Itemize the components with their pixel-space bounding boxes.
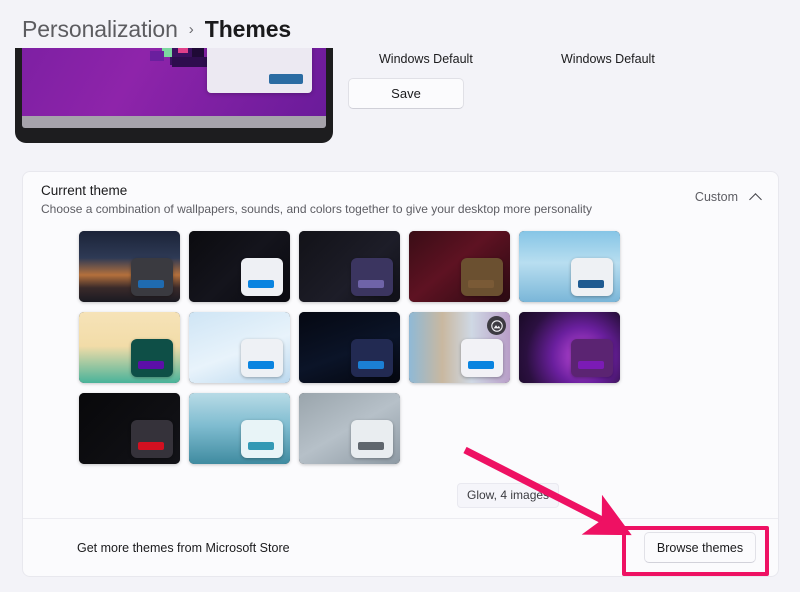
theme-accent-swatch bbox=[138, 442, 164, 450]
theme-accent-swatch bbox=[248, 442, 274, 450]
chevron-up-icon[interactable] bbox=[751, 192, 762, 203]
theme-accent-swatch bbox=[358, 361, 384, 369]
theme-thumbnail-sakura-fuji[interactable] bbox=[519, 231, 620, 302]
theme-window-preview bbox=[241, 420, 283, 458]
theme-window-preview bbox=[241, 258, 283, 296]
default-label-2: Windows Default bbox=[561, 52, 655, 66]
theme-thumbnail-rog-zephyrus[interactable] bbox=[189, 231, 290, 302]
browse-themes-button[interactable]: Browse themes bbox=[644, 532, 756, 563]
theme-window-preview bbox=[571, 339, 613, 377]
preview-dialog-window bbox=[207, 48, 312, 93]
theme-thumbnail-glow-character[interactable] bbox=[409, 231, 510, 302]
theme-window-preview bbox=[571, 258, 613, 296]
get-more-themes-label: Get more themes from Microsoft Store bbox=[77, 541, 290, 555]
theme-thumbnail-flower-dark[interactable] bbox=[79, 393, 180, 464]
theme-thumbnail-windows-light-bloom[interactable] bbox=[189, 312, 290, 383]
theme-accent-swatch bbox=[578, 280, 604, 288]
theme-window-preview bbox=[351, 339, 393, 377]
save-button[interactable]: Save bbox=[348, 78, 464, 109]
theme-accent-swatch bbox=[358, 280, 384, 288]
theme-window-preview bbox=[131, 339, 173, 377]
current-theme-title: Current theme bbox=[41, 183, 762, 198]
breadcrumb: Personalization › Themes bbox=[22, 16, 291, 43]
current-theme-value-group[interactable]: Custom bbox=[695, 190, 762, 204]
current-theme-subtitle: Choose a combination of wallpapers, soun… bbox=[41, 202, 762, 216]
theme-tooltip: Glow, 4 images bbox=[457, 483, 559, 508]
theme-thumbnail-night-sky[interactable] bbox=[79, 231, 180, 302]
theme-accent-swatch bbox=[578, 361, 604, 369]
theme-accent-swatch bbox=[248, 361, 274, 369]
theme-accent-swatch bbox=[468, 280, 494, 288]
theme-thumbnail-purple-glow[interactable] bbox=[519, 312, 620, 383]
theme-window-preview bbox=[131, 420, 173, 458]
theme-thumbnail-tropical-paper-art[interactable] bbox=[79, 312, 180, 383]
theme-window-preview bbox=[131, 258, 173, 296]
default-label-1: Windows Default bbox=[379, 52, 473, 66]
theme-accent-swatch bbox=[138, 280, 164, 288]
breadcrumb-chevron-icon: › bbox=[189, 21, 194, 38]
card-footer: Get more themes from Microsoft Store Bro… bbox=[23, 518, 778, 576]
theme-accent-swatch bbox=[358, 442, 384, 450]
themes-settings-page: Personalization › Themes bbox=[0, 0, 800, 592]
theme-thumbnail-multi-image-slideshow[interactable] bbox=[409, 312, 510, 383]
theme-thumbnail-grid bbox=[23, 229, 723, 464]
monitor-stand bbox=[22, 116, 326, 128]
theme-accent-swatch bbox=[138, 361, 164, 369]
monitor-screen bbox=[22, 48, 326, 116]
preview-dialog-button bbox=[269, 74, 303, 84]
page-title-themes: Themes bbox=[205, 16, 291, 43]
theme-thumbnail-windows-bloom-purple[interactable] bbox=[299, 231, 400, 302]
theme-window-preview bbox=[351, 420, 393, 458]
current-theme-card: Current theme Choose a combination of wa… bbox=[22, 171, 779, 577]
theme-window-preview bbox=[461, 339, 503, 377]
image-stack-icon bbox=[487, 316, 506, 335]
current-theme-header[interactable]: Current theme Choose a combination of wa… bbox=[23, 172, 778, 229]
theme-thumbnail-lake-mountains[interactable] bbox=[189, 393, 290, 464]
theme-accent-swatch bbox=[248, 280, 274, 288]
theme-thumbnail-windows-dark-bloom[interactable] bbox=[299, 312, 400, 383]
theme-accent-swatch bbox=[468, 361, 494, 369]
desktop-preview bbox=[15, 48, 333, 143]
theme-window-preview bbox=[351, 258, 393, 296]
monitor-frame bbox=[15, 48, 333, 143]
breadcrumb-parent-personalization[interactable]: Personalization bbox=[22, 16, 178, 43]
theme-window-preview bbox=[461, 258, 503, 296]
current-theme-value: Custom bbox=[695, 190, 738, 204]
theme-window-preview bbox=[241, 339, 283, 377]
theme-thumbnail-silver-bloom[interactable] bbox=[299, 393, 400, 464]
